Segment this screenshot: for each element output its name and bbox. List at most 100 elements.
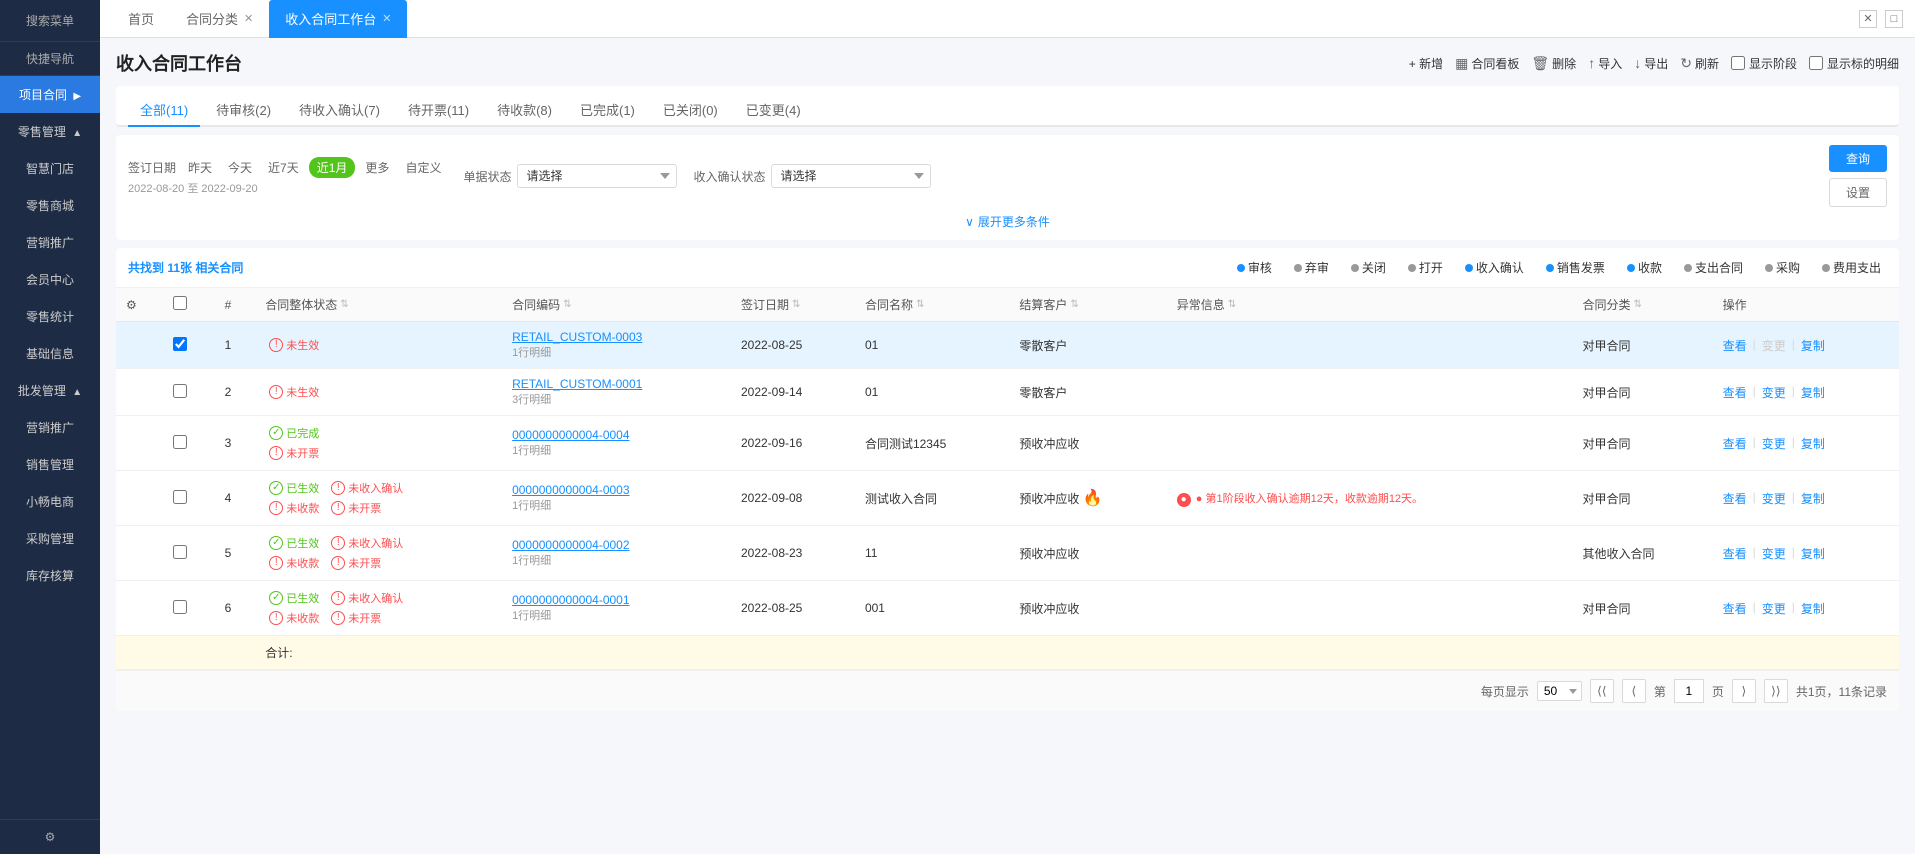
action-btn-confirm[interactable]: 收入确认 — [1459, 256, 1530, 279]
td-checkbox-6[interactable] — [163, 581, 215, 636]
pagination-last-btn[interactable]: ⟩⟩ — [1764, 679, 1788, 703]
toolbar-refresh-btn[interactable]: ↻ 刷新 — [1680, 55, 1719, 72]
tab-contract-cat-close[interactable]: ✕ — [244, 12, 253, 25]
action-btn-invoice[interactable]: 销售发票 — [1540, 256, 1611, 279]
date-btn-last1m[interactable]: 近1月 — [309, 157, 356, 178]
row-action-change-2[interactable]: 变更 — [1762, 384, 1786, 401]
filter-tab-all[interactable]: 全部(11) — [128, 94, 200, 127]
win-close-btn[interactable]: ✕ — [1859, 10, 1877, 28]
filter-tab-closed[interactable]: 已关闭(0) — [651, 94, 730, 127]
sidebar-item-wholesale[interactable]: 批发管理 ▲ — [0, 372, 100, 409]
doc-status-select[interactable]: 请选择 — [517, 164, 677, 188]
contract-link-3[interactable]: 0000000000004-0004 — [512, 428, 721, 442]
action-btn-payment[interactable]: 收款 — [1621, 256, 1668, 279]
sidebar-item-retail-shop[interactable]: 零售商城 — [0, 187, 100, 224]
contract-link-6[interactable]: 0000000000004-0001 — [512, 593, 721, 607]
row-action-view-4[interactable]: 查看 — [1723, 490, 1747, 507]
row-action-change-5[interactable]: 变更 — [1762, 545, 1786, 562]
th-name[interactable]: 合同名称 ⇅ — [855, 288, 1009, 322]
th-exception[interactable]: 异常信息 ⇅ — [1167, 288, 1573, 322]
row-checkbox-4[interactable] — [173, 490, 187, 504]
tab-contract-cat[interactable]: 合同分类 ✕ — [170, 0, 269, 38]
td-checkbox-2[interactable] — [163, 369, 215, 416]
row-action-copy-3[interactable]: 复制 — [1801, 435, 1825, 452]
th-code[interactable]: 合同编码 ⇅ — [502, 288, 731, 322]
date-btn-yesterday[interactable]: 昨天 — [182, 157, 218, 178]
sidebar-settings[interactable]: ⚙ — [0, 819, 100, 854]
sidebar-item-purchase[interactable]: 采购管理 — [0, 520, 100, 557]
td-checkbox-3[interactable] — [163, 416, 215, 471]
contract-link-5[interactable]: 0000000000004-0002 — [512, 538, 721, 552]
row-action-view-2[interactable]: 查看 — [1723, 384, 1747, 401]
sidebar-nav[interactable]: 快捷导航 — [0, 42, 100, 76]
action-btn-purchase[interactable]: 采购 — [1759, 256, 1806, 279]
pagination-next-btn[interactable]: ⟩ — [1732, 679, 1756, 703]
row-checkbox-6[interactable] — [173, 600, 187, 614]
select-all-checkbox[interactable] — [173, 296, 187, 310]
td-checkbox-4[interactable] — [163, 471, 215, 526]
toolbar-add-btn[interactable]: + 新增 — [1409, 55, 1443, 72]
th-checkbox[interactable] — [163, 288, 215, 322]
date-btn-last7[interactable]: 近7天 — [262, 157, 305, 178]
filter-tab-pending-confirm[interactable]: 待收入确认(7) — [287, 94, 392, 127]
th-status[interactable]: 合同整体状态 ⇅ — [255, 288, 502, 322]
row-action-view-5[interactable]: 查看 — [1723, 545, 1747, 562]
page-size-select[interactable]: 50 10 20 100 — [1537, 681, 1582, 701]
filter-tab-pending-payment[interactable]: 待收款(8) — [485, 94, 564, 127]
row-action-copy-2[interactable]: 复制 — [1801, 384, 1825, 401]
confirm-status-select[interactable]: 请选择 — [771, 164, 931, 188]
page-input[interactable] — [1674, 679, 1704, 703]
toolbar-show-stage[interactable]: 显示阶段 — [1731, 55, 1797, 72]
show-tag-checkbox[interactable] — [1809, 56, 1823, 70]
tab-income-workbench[interactable]: 收入合同工作台 ✕ — [269, 0, 407, 38]
th-customer[interactable]: 结算客户 ⇅ — [1009, 288, 1166, 322]
setting-button[interactable]: 设置 — [1829, 178, 1887, 207]
th-category[interactable]: 合同分类 ⇅ — [1572, 288, 1712, 322]
pagination-first-btn[interactable]: ⟨⟨ — [1590, 679, 1614, 703]
row-action-change-3[interactable]: 变更 — [1762, 435, 1786, 452]
row-checkbox-2[interactable] — [173, 384, 187, 398]
row-action-view-3[interactable]: 查看 — [1723, 435, 1747, 452]
row-action-copy-4[interactable]: 复制 — [1801, 490, 1825, 507]
row-action-copy-5[interactable]: 复制 — [1801, 545, 1825, 562]
row-action-copy-6[interactable]: 复制 — [1801, 600, 1825, 617]
tab-home[interactable]: 首页 — [112, 0, 170, 38]
filter-tab-pending-review[interactable]: 待审核(2) — [204, 94, 283, 127]
action-btn-review[interactable]: 审核 — [1231, 256, 1278, 279]
action-btn-close[interactable]: 关闭 — [1345, 256, 1392, 279]
date-btn-more[interactable]: 更多 — [359, 157, 395, 178]
sidebar-item-retail-mgmt[interactable]: 零售管理 ▲ — [0, 113, 100, 150]
row-action-change-6[interactable]: 变更 — [1762, 600, 1786, 617]
sidebar-item-xiaochang[interactable]: 小畅电商 — [0, 483, 100, 520]
contract-link-4[interactable]: 0000000000004-0003 — [512, 483, 721, 497]
sidebar-item-marketing2[interactable]: 营销推广 — [0, 409, 100, 446]
row-checkbox-5[interactable] — [173, 545, 187, 559]
td-checkbox-1[interactable] — [163, 322, 215, 369]
filter-tab-pending-invoice[interactable]: 待开票(11) — [396, 94, 481, 127]
sidebar-item-project[interactable]: 项目合同 ▶ — [0, 76, 100, 113]
pagination-prev-btn[interactable]: ⟨ — [1622, 679, 1646, 703]
toolbar-export-btn[interactable]: ↓ 导出 — [1634, 55, 1668, 72]
action-btn-abandon[interactable]: 弃审 — [1288, 256, 1335, 279]
action-btn-payout[interactable]: 支出合同 — [1678, 256, 1749, 279]
sidebar-item-inventory[interactable]: 库存核算 — [0, 557, 100, 594]
filter-tab-completed[interactable]: 已完成(1) — [568, 94, 647, 127]
contract-link-1[interactable]: RETAIL_CUSTOM-0003 — [512, 330, 721, 344]
query-button[interactable]: 查询 — [1829, 145, 1887, 172]
filter-tab-changed[interactable]: 已变更(4) — [734, 94, 813, 127]
show-stage-checkbox[interactable] — [1731, 56, 1745, 70]
sidebar-item-smart-store[interactable]: 智慧门店 — [0, 150, 100, 187]
date-btn-custom[interactable]: 自定义 — [399, 157, 447, 178]
sidebar-item-retail-stats[interactable]: 零售统计 — [0, 298, 100, 335]
sidebar-item-basic-info[interactable]: 基础信息 — [0, 335, 100, 372]
toolbar-import-btn[interactable]: ↑ 导入 — [1588, 55, 1622, 72]
toolbar-show-tag[interactable]: 显示标的明细 — [1809, 55, 1899, 72]
expand-conditions-btn[interactable]: ∨ 展开更多条件 — [965, 213, 1050, 230]
sidebar-item-marketing[interactable]: 营销推广 — [0, 224, 100, 261]
row-checkbox-3[interactable] — [173, 435, 187, 449]
row-action-view-6[interactable]: 查看 — [1723, 600, 1747, 617]
table-scroll[interactable]: ⚙ # 合同整体状态 ⇅ — [116, 288, 1899, 670]
th-sign-date[interactable]: 签订日期 ⇅ — [731, 288, 855, 322]
toolbar-delete-btn[interactable]: 🗑 删除 — [1531, 55, 1576, 72]
toolbar-board-btn[interactable]: ▦ 合同看板 — [1455, 55, 1519, 72]
